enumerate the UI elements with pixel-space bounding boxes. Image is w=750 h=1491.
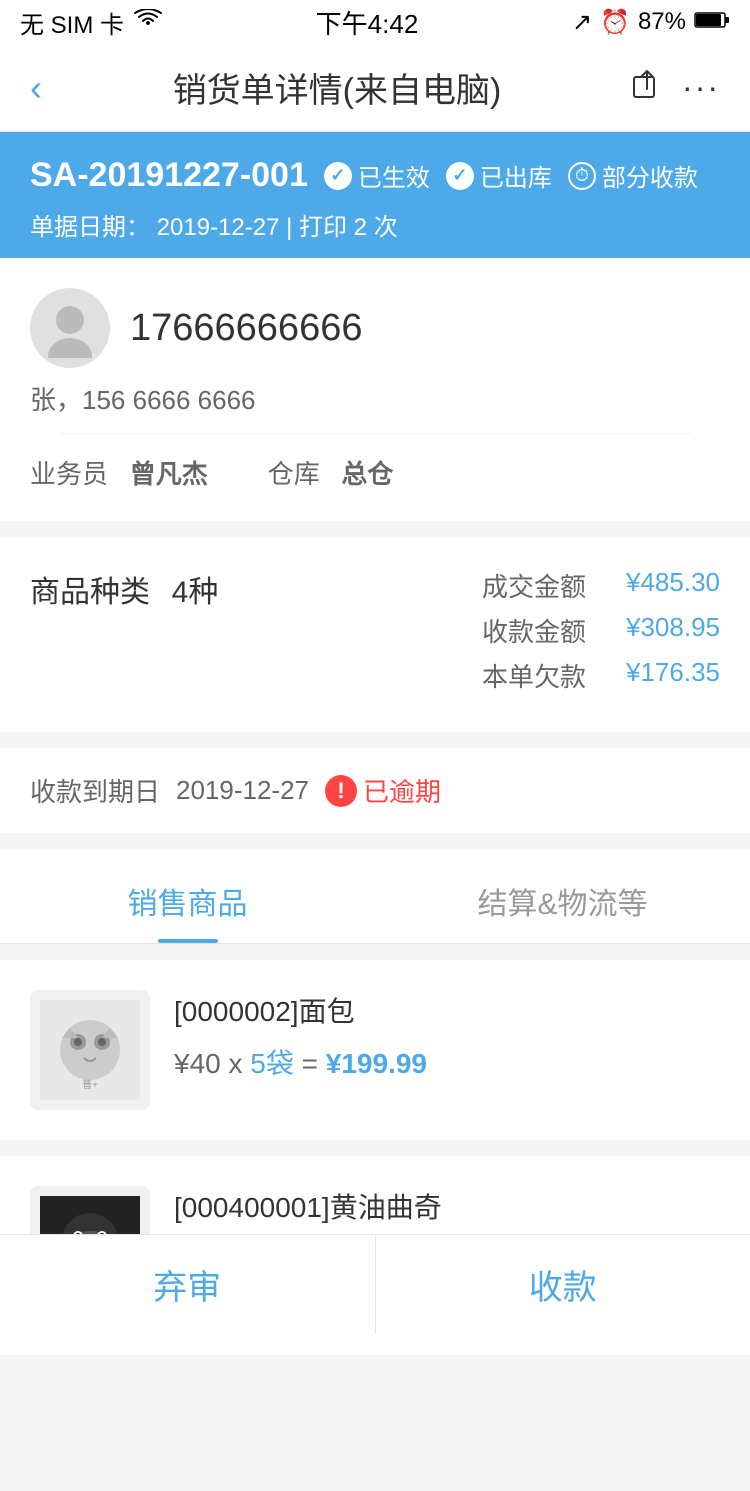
amount-row: 成交金额 ¥485.30	[482, 567, 720, 604]
category-info: 商品种类 4种	[30, 567, 218, 611]
svg-text:普+: 普+	[82, 1078, 98, 1091]
overdue-icon: !	[325, 775, 357, 807]
tab-products[interactable]: 销售商品	[0, 849, 375, 943]
back-button[interactable]: ‹	[30, 67, 42, 109]
overdue-badge: ! 已逾期	[325, 772, 441, 809]
bottom-bar: 弃审 收款	[0, 1234, 750, 1334]
order-number: SA-20191227-001	[30, 156, 308, 195]
cancel-review-button[interactable]: 弃审	[0, 1235, 376, 1334]
due-date-label: 收款到期日	[30, 772, 160, 809]
clock-icon: ⏱	[568, 162, 596, 190]
header-date: 单据日期： 2019-12-27 | 打印 2 次	[30, 207, 720, 242]
received-row: 收款金额 ¥308.95	[482, 612, 720, 649]
amount-info: 成交金额 ¥485.30 收款金额 ¥308.95 本单欠款 ¥176.35	[482, 567, 720, 702]
battery-text: 87%	[638, 8, 686, 36]
page-title: 销货单详情(来自电脑)	[173, 63, 502, 112]
alarm-icon: ⏰	[600, 8, 630, 37]
due-date-value: 2019-12-27	[176, 775, 309, 806]
location-icon: ↗	[572, 8, 592, 37]
check-icon-active: ✓	[324, 162, 352, 190]
product-thumbnail-1: 普+	[30, 990, 150, 1110]
battery-icon	[694, 8, 730, 36]
header-banner: SA-20191227-001 ✓ 已生效 ✓ 已出库 ⏱ 部分收款 单据日期：…	[0, 132, 750, 258]
status-bar-right: ↗ ⏰ 87%	[572, 8, 730, 37]
share-icon[interactable]	[632, 69, 662, 106]
product-name-2: [000400001]黄油曲奇	[174, 1186, 720, 1226]
product-info-1: [0000002]面包 ¥40 x 5袋 = ¥199.99	[174, 990, 720, 1082]
status-bar-time: 下午4:42	[316, 4, 419, 41]
due-section: 收款到期日 2019-12-27 ! 已逾期	[0, 748, 750, 833]
debt-row: 本单欠款 ¥176.35	[482, 657, 720, 694]
check-icon-shipped: ✓	[446, 162, 474, 190]
status-bar: 无 SIM 卡 下午4:42 ↗ ⏰ 87%	[0, 0, 750, 44]
customer-section: 17666666666 张，156 6666 6666 业务员 曾凡杰 仓库 总…	[0, 258, 750, 521]
customer-meta: 业务员 曾凡杰 仓库 总仓	[30, 454, 720, 491]
product-list: 普+ [0000002]面包 ¥40 x 5袋 = ¥199.99	[0, 944, 750, 1491]
badge-shipped: ✓ 已出库	[446, 158, 552, 193]
status-bar-left: 无 SIM 卡	[20, 5, 162, 40]
customer-phone: 17666666666	[130, 307, 362, 350]
tabs-section: 销售商品 结算&物流等	[0, 849, 750, 944]
customer-top: 17666666666	[30, 288, 720, 368]
nav-left: ‹	[30, 67, 42, 109]
stats-section: 商品种类 4种 成交金额 ¥485.30 收款金额 ¥308.95 本单欠款 ¥…	[0, 537, 750, 732]
badge-active: ✓ 已生效	[324, 158, 430, 193]
carrier-text: 无 SIM 卡	[20, 5, 124, 40]
customer-name: 张，156 6666 6666	[30, 380, 720, 417]
nav-bar: ‹ 销货单详情(来自电脑) ···	[0, 44, 750, 132]
avatar	[30, 288, 110, 368]
product-price-1: ¥40 x 5袋 = ¥199.99	[174, 1042, 720, 1082]
salesperson-info: 业务员 曾凡杰	[30, 454, 208, 491]
product-name-1: [0000002]面包	[174, 990, 720, 1030]
warehouse-info: 仓库 总仓	[268, 454, 394, 491]
overdue-text: 已逾期	[363, 772, 441, 809]
list-item: 普+ [0000002]面包 ¥40 x 5袋 = ¥199.99	[0, 960, 750, 1140]
nav-right: ···	[632, 69, 720, 106]
tab-settlement[interactable]: 结算&物流等	[375, 849, 750, 943]
collect-payment-button[interactable]: 收款	[376, 1235, 750, 1334]
more-icon[interactable]: ···	[682, 69, 720, 106]
badge-partial: ⏱ 部分收款	[568, 158, 698, 193]
wifi-icon	[134, 8, 162, 36]
